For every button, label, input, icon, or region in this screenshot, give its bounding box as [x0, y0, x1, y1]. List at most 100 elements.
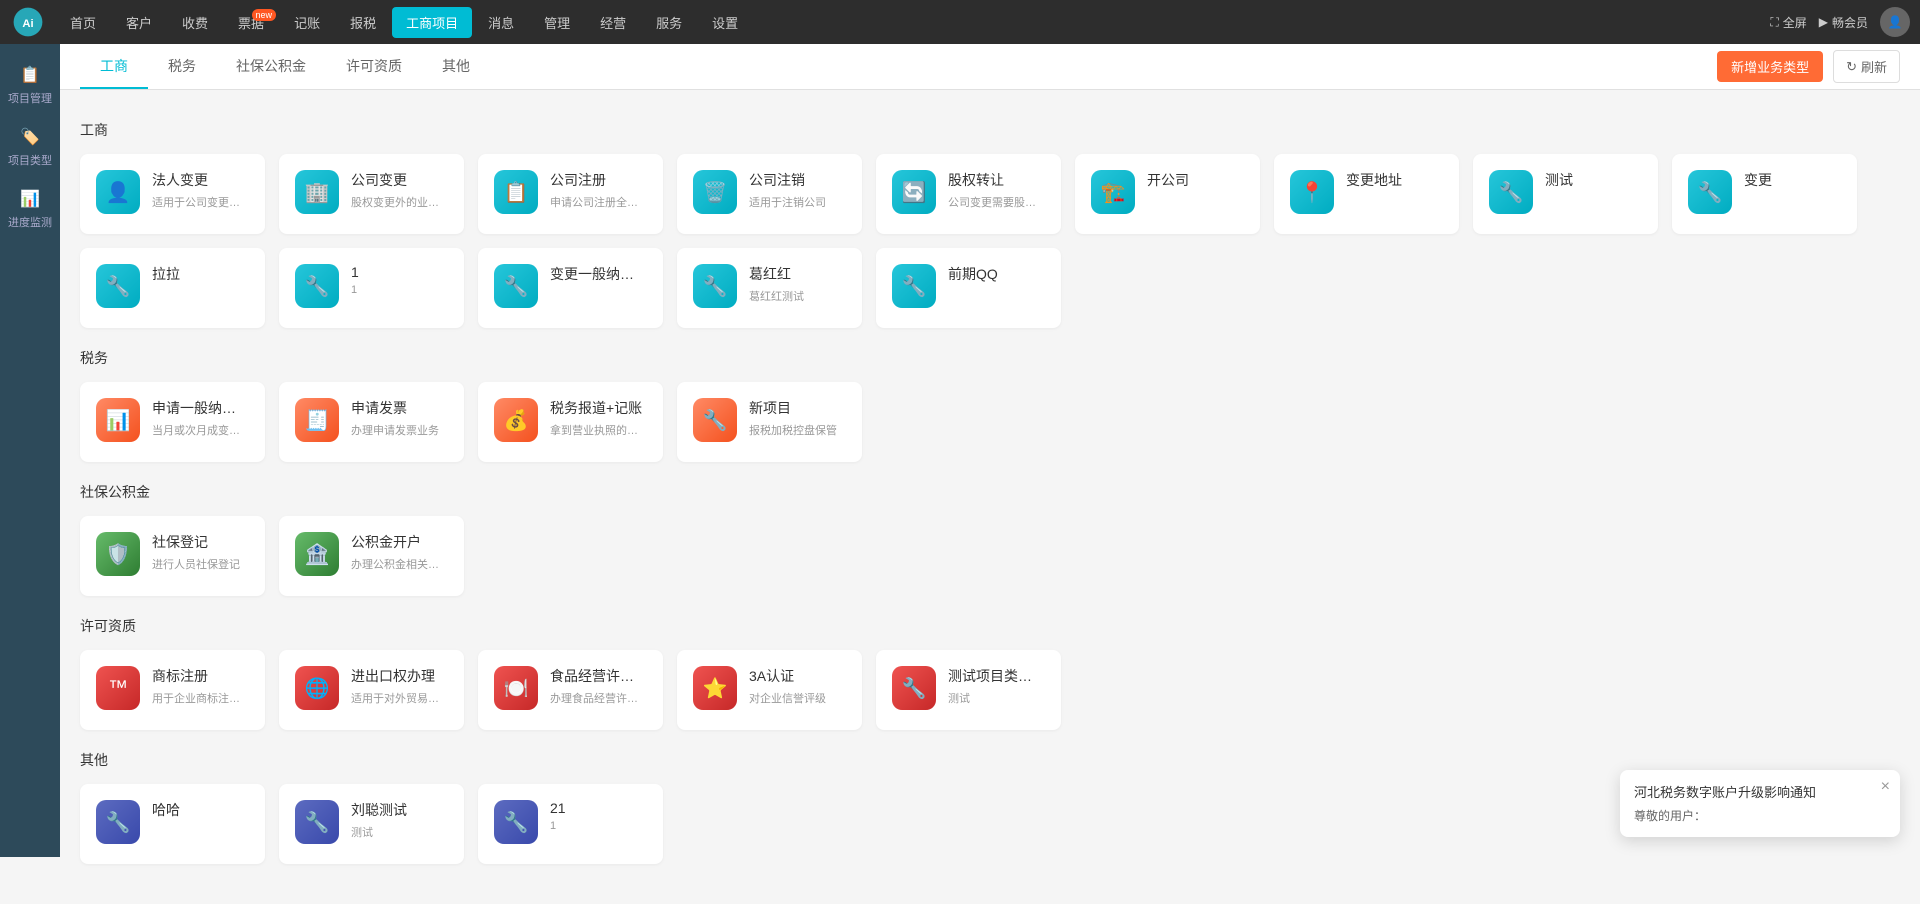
avatar[interactable]: 👤	[1880, 7, 1910, 37]
card-name: 变更	[1744, 170, 1841, 190]
card-change-taxpayer[interactable]: 🔧 变更一般纳税人	[478, 248, 663, 328]
card-lala[interactable]: 🔧 拉拉	[80, 248, 265, 328]
card-apply-taxpayer[interactable]: 📊 申请一般纳税人 当月或次月成变更完成	[80, 382, 265, 462]
nav-fee[interactable]: 收费	[168, 7, 222, 38]
card-21[interactable]: 🔧 21 1	[478, 784, 663, 864]
card-haha[interactable]: 🔧 哈哈	[80, 784, 265, 864]
nav-tax[interactable]: 报税	[336, 7, 390, 38]
card-3a-cert[interactable]: ⭐ 3A认证 对企业信誉评级	[677, 650, 862, 730]
card-legal-person-change[interactable]: 👤 法人变更 适用于公司变更法人	[80, 154, 265, 234]
nav-accounting[interactable]: 记账	[280, 7, 334, 38]
new-type-button[interactable]: 新增业务类型	[1717, 51, 1823, 82]
card-desc: 股权变更外的业务变更	[351, 194, 448, 210]
card-test[interactable]: 🔧 测试	[1473, 154, 1658, 234]
card-desc: 办理公积金相关业务	[351, 556, 448, 572]
card-liucong-test[interactable]: 🔧 刘聪测试 测试	[279, 784, 464, 864]
card-info: 新项目 报税加税控盘保管	[749, 398, 846, 438]
tab-actions: 新增业务类型 ↻ 刷新	[1717, 50, 1900, 83]
card-trademark[interactable]: ™ 商标注册 用于企业商标注册服务	[80, 650, 265, 730]
card-desc: 适用于注销公司	[749, 194, 846, 210]
industry-card-grid: 👤 法人变更 适用于公司变更法人 🏢 公司变更 股权变更外的业务变更 📋 公司注…	[80, 154, 1900, 328]
card-name: 3A认证	[749, 666, 846, 686]
card-equity-transfer[interactable]: 🔄 股权转让 公司变更需要股权转让	[876, 154, 1061, 234]
nav-right: ⛶ 全屏 ▶ 畅会员 👤	[1770, 7, 1910, 37]
card-name: 进出口权办理	[351, 666, 448, 686]
liucong-test-icon: 🔧	[295, 800, 339, 844]
card-info: 变更一般纳税人	[550, 264, 647, 288]
progress-icon: 📊	[19, 188, 41, 210]
nav-home[interactable]: 首页	[56, 7, 110, 38]
top-navigation: Ai 首页 客户 收费 票据new 记账 报税 工商项目 消息 管理 经营 服务…	[0, 0, 1920, 44]
tab-industry[interactable]: 工商	[80, 44, 148, 89]
sidebar: 📋 项目管理 🏷️ 项目类型 📊 进度监测	[0, 44, 60, 857]
new-project-icon: 🔧	[693, 398, 737, 442]
notification-close[interactable]: ×	[1881, 778, 1890, 796]
nav-customer[interactable]: 客户	[112, 7, 166, 38]
card-name: 新项目	[749, 398, 846, 418]
nav-manage[interactable]: 管理	[530, 7, 584, 38]
card-info: 哈哈	[152, 800, 249, 824]
card-desc: 办理食品经营许可证	[550, 690, 647, 706]
card-info: 变更地址	[1346, 170, 1443, 194]
card-desc: 当月或次月成变更完成	[152, 422, 249, 438]
equity-transfer-icon: 🔄	[892, 170, 936, 214]
card-social-register[interactable]: 🛡️ 社保登记 进行人员社保登记	[80, 516, 265, 596]
svg-text:Ai: Ai	[22, 18, 33, 30]
card-new-project[interactable]: 🔧 新项目 报税加税控盘保管	[677, 382, 862, 462]
card-fund-account[interactable]: 🏦 公积金开户 办理公积金相关业务	[279, 516, 464, 596]
card-info: 公积金开户 办理公积金相关业务	[351, 532, 448, 572]
card-info: 公司注销 适用于注销公司	[749, 170, 846, 210]
card-company-change[interactable]: 🏢 公司变更 股权变更外的业务变更	[279, 154, 464, 234]
project-manage-icon: 📋	[19, 64, 41, 86]
card-name: 食品经营许可证	[550, 666, 647, 686]
card-test-project-type[interactable]: 🔧 测试项目类型自定义 测试	[876, 650, 1061, 730]
card-tax-report-accounting[interactable]: 💰 税务报道+记账 拿到营业执照的新公司	[478, 382, 663, 462]
card-info: 3A认证 对企业信誉评级	[749, 666, 846, 706]
card-desc: 公司变更需要股权转让	[948, 194, 1045, 210]
card-name: 公司变更	[351, 170, 448, 190]
sidebar-item-project-type[interactable]: 🏷️ 项目类型	[0, 116, 60, 178]
tab-other[interactable]: 其他	[422, 44, 490, 89]
nav-operation[interactable]: 经营	[586, 7, 640, 38]
card-info: 公司注册 申请公司注册全流程	[550, 170, 647, 210]
card-desc: 1	[351, 284, 448, 296]
sidebar-item-project-manage[interactable]: 📋 项目管理	[0, 54, 60, 116]
card-desc: 测试	[948, 690, 1045, 706]
card-apply-invoice[interactable]: 🧾 申请发票 办理申请发票业务	[279, 382, 464, 462]
card-company-cancel[interactable]: 🗑️ 公司注销 适用于注销公司	[677, 154, 862, 234]
card-info: 社保登记 进行人员社保登记	[152, 532, 249, 572]
card-qianqi-qq[interactable]: 🔧 前期QQ	[876, 248, 1061, 328]
vip-button[interactable]: ▶ 畅会员	[1819, 14, 1868, 31]
card-company-register[interactable]: 📋 公司注册 申请公司注册全流程	[478, 154, 663, 234]
card-gehonghong[interactable]: 🔧 葛红红 葛红红测试	[677, 248, 862, 328]
card-open-company[interactable]: 🏗️ 开公司	[1075, 154, 1260, 234]
card-food-license[interactable]: 🍽️ 食品经营许可证 办理食品经营许可证	[478, 650, 663, 730]
card-one[interactable]: 🔧 1 1	[279, 248, 464, 328]
tab-license[interactable]: 许可资质	[326, 44, 422, 89]
refresh-button[interactable]: ↻ 刷新	[1833, 50, 1900, 83]
logo[interactable]: Ai	[10, 4, 46, 40]
company-change-icon: 🏢	[295, 170, 339, 214]
tab-tax[interactable]: 税务	[148, 44, 216, 89]
card-name: 公司注册	[550, 170, 647, 190]
card-change[interactable]: 🔧 变更	[1672, 154, 1857, 234]
card-import-export[interactable]: 🌐 进出口权办理 适用于对外贸易经营者	[279, 650, 464, 730]
food-license-icon: 🍽️	[494, 666, 538, 710]
vip-icon: ▶	[1819, 15, 1828, 29]
nav-items: 首页 客户 收费 票据new 记账 报税 工商项目 消息 管理 经营 服务 设置	[56, 7, 1770, 38]
tab-social-fund[interactable]: 社保公积金	[216, 44, 326, 89]
card-info: 拉拉	[152, 264, 249, 288]
nav-message[interactable]: 消息	[474, 7, 528, 38]
nav-ticket[interactable]: 票据new	[224, 7, 278, 38]
3a-cert-icon: ⭐	[693, 666, 737, 710]
card-change-address[interactable]: 📍 变更地址	[1274, 154, 1459, 234]
avatar-icon: 👤	[1888, 15, 1903, 29]
fullscreen-button[interactable]: ⛶ 全屏	[1770, 14, 1806, 31]
card-info: 变更	[1744, 170, 1841, 194]
apply-invoice-icon: 🧾	[295, 398, 339, 442]
sidebar-item-progress[interactable]: 📊 进度监测	[0, 178, 60, 240]
nav-industry[interactable]: 工商项目	[392, 7, 472, 38]
nav-service[interactable]: 服务	[642, 7, 696, 38]
card-desc: 拿到营业执照的新公司	[550, 422, 647, 438]
nav-settings[interactable]: 设置	[698, 7, 752, 38]
